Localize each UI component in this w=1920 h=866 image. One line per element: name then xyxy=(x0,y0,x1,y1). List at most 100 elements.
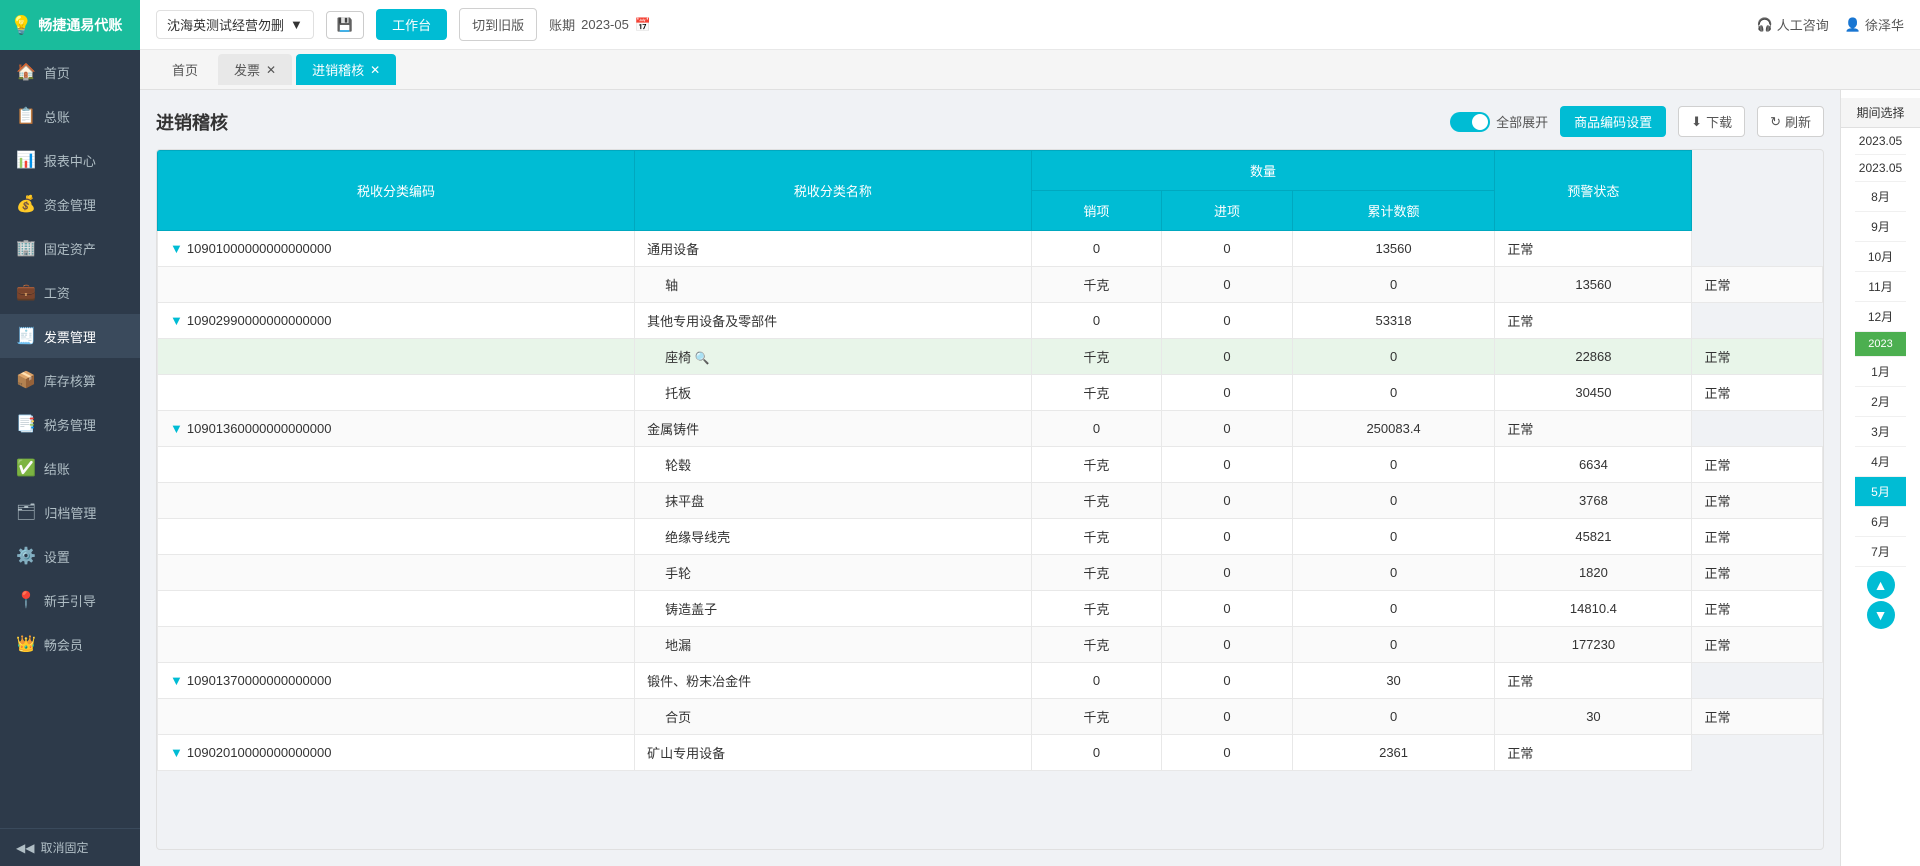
tab-reconciliation-close[interactable]: ✕ xyxy=(370,63,380,77)
row-name: 绝缘导线壳 xyxy=(635,519,1032,555)
sidebar-item-label: 资金管理 xyxy=(44,195,96,214)
sidebar-item-label: 库存核算 xyxy=(44,371,96,390)
period-item[interactable]: 6月 xyxy=(1855,507,1906,537)
sidebar-icon: 🏢 xyxy=(16,238,36,258)
row-total: 13560 xyxy=(1292,231,1495,267)
sidebar-icon: 📊 xyxy=(16,150,36,170)
sidebar-icon: 📋 xyxy=(16,106,36,126)
old-version-button[interactable]: 切到旧版 xyxy=(459,8,537,41)
company-selector[interactable]: 沈海英测试经营勿删 ▼ xyxy=(156,10,314,39)
row-sales: 0 xyxy=(1031,231,1162,267)
calendar-icon[interactable]: 📅 xyxy=(635,17,651,33)
sidebar-item-固定资产[interactable]: 🏢固定资产 xyxy=(0,226,140,270)
row-name: 其他专用设备及零部件 xyxy=(635,303,1032,339)
tab-reconciliation[interactable]: 进销稽核 ✕ xyxy=(296,54,396,85)
col-header-total: 累计数额 xyxy=(1292,191,1495,231)
sidebar-icon: 🧾 xyxy=(16,326,36,346)
period-info: 账期 2023-05 📅 xyxy=(549,15,651,34)
period-item[interactable]: 10月 xyxy=(1855,242,1906,272)
row-name: 轮毂 xyxy=(635,447,1032,483)
refresh-button[interactable]: ↻ 刷新 xyxy=(1757,106,1824,137)
search-icon[interactable]: 🔍 xyxy=(695,351,710,365)
row-total: 13560 xyxy=(1495,267,1692,303)
period-item[interactable]: 2月 xyxy=(1855,387,1906,417)
row-unit: 千克 xyxy=(1031,591,1162,627)
workbench-button[interactable]: 工作台 xyxy=(376,9,447,40)
sidebar-item-设置[interactable]: ⚙️设置 xyxy=(0,534,140,578)
table-row: ▼10901000000000000000 通用设备 0 0 13560 正常 xyxy=(158,231,1823,267)
period-value: 2023-05 xyxy=(581,17,629,32)
row-sales: 0 xyxy=(1162,447,1293,483)
row-warning: 正常 xyxy=(1692,267,1823,303)
row-purchase: 0 xyxy=(1292,555,1495,591)
period-item[interactable]: 3月 xyxy=(1855,417,1906,447)
download-button[interactable]: ⬇ 下载 xyxy=(1678,106,1745,137)
tab-home[interactable]: 首页 xyxy=(156,54,214,85)
row-code xyxy=(158,447,635,483)
col-header-sales: 销项 xyxy=(1031,191,1162,231)
row-unit: 千克 xyxy=(1031,267,1162,303)
row-unit: 千克 xyxy=(1031,483,1162,519)
row-name: 锻件、粉末冶金件 xyxy=(635,663,1032,699)
period-item[interactable]: 8月 xyxy=(1855,182,1906,212)
sidebar-item-结账[interactable]: ✅结账 xyxy=(0,446,140,490)
sidebar-icon: 🏠 xyxy=(16,62,36,82)
row-warning: 正常 xyxy=(1495,663,1692,699)
sidebar-item-税务管理[interactable]: 📑税务管理 xyxy=(0,402,140,446)
sidebar-item-总账[interactable]: 📋 总账 xyxy=(0,94,140,138)
row-code: ▼10902990000000000000 xyxy=(158,303,635,339)
row-warning: 正常 xyxy=(1692,699,1823,735)
period-item[interactable]: 4月 xyxy=(1855,447,1906,477)
panel-up-button[interactable]: ▲ xyxy=(1867,571,1895,599)
sidebar-item-工资[interactable]: 💼工资 xyxy=(0,270,140,314)
sidebar-item-label: 总账 xyxy=(44,107,70,126)
user-profile[interactable]: 👤 徐泽华 xyxy=(1845,15,1904,34)
row-name: 托板 xyxy=(635,375,1032,411)
save-icon-button[interactable]: 💾 xyxy=(326,11,364,39)
period-item[interactable]: 2023.05 xyxy=(1855,155,1906,182)
sidebar-item-label: 首页 xyxy=(44,63,70,82)
period-item[interactable]: 1月 xyxy=(1855,357,1906,387)
sidebar-item-新手引导[interactable]: 📍新手引导 xyxy=(0,578,140,622)
product-code-button[interactable]: 商品编码设置 xyxy=(1560,106,1666,137)
sidebar-item-首页[interactable]: 🏠 首页 xyxy=(0,50,140,94)
row-total: 1820 xyxy=(1495,555,1692,591)
tab-invoice[interactable]: 发票 ✕ xyxy=(218,54,292,85)
logo-text: 畅捷通易代账 xyxy=(38,15,122,35)
sidebar-item-库存核算[interactable]: 📦库存核算 xyxy=(0,358,140,402)
page-title: 进销稽核 xyxy=(156,109,228,135)
sidebar-item-发票管理[interactable]: 🧾发票管理 xyxy=(0,314,140,358)
period-item[interactable]: 2023 xyxy=(1855,332,1906,357)
service-button[interactable]: 🎧 人工咨询 xyxy=(1757,15,1829,34)
period-item[interactable]: 9月 xyxy=(1855,212,1906,242)
tab-invoice-close[interactable]: ✕ xyxy=(266,63,276,77)
period-item[interactable]: 2023.05 xyxy=(1855,128,1906,155)
row-unit: 千克 xyxy=(1031,447,1162,483)
row-code xyxy=(158,699,635,735)
data-table-container: 税收分类编码 税收分类名称 数量 预警状态 销项 进项 累计数额 ▼109010… xyxy=(156,149,1824,850)
table-row: 铸造盖子 千克 0 0 14810.4 正常 xyxy=(158,591,1823,627)
period-item[interactable]: 12月 xyxy=(1855,302,1906,332)
page-actions: 全部展开 商品编码设置 ⬇ 下载 ↻ 刷新 xyxy=(1450,106,1824,137)
sidebar-cancel-pin[interactable]: ◀◀ 取消固定 xyxy=(0,828,140,866)
row-warning: 正常 xyxy=(1495,735,1692,771)
sidebar-item-畅会员[interactable]: 👑畅会员 xyxy=(0,622,140,666)
expand-toggle[interactable] xyxy=(1450,112,1490,132)
row-warning: 正常 xyxy=(1495,411,1692,447)
sidebar-item-归档管理[interactable]: 🗂归档管理 xyxy=(0,490,140,534)
row-warning: 正常 xyxy=(1692,591,1823,627)
sidebar-item-资金管理[interactable]: 💰资金管理 xyxy=(0,182,140,226)
row-total: 45821 xyxy=(1495,519,1692,555)
sidebar-item-报表中心[interactable]: 📊报表中心 xyxy=(0,138,140,182)
main-content: 沈海英测试经营勿删 ▼ 💾 工作台 切到旧版 账期 2023-05 📅 🎧 人工… xyxy=(140,0,1920,866)
period-item[interactable]: 5月 xyxy=(1855,477,1906,507)
period-item[interactable]: 7月 xyxy=(1855,537,1906,567)
table-row: 绝缘导线壳 千克 0 0 45821 正常 xyxy=(158,519,1823,555)
sidebar-logo: 💡 畅捷通易代账 xyxy=(0,0,140,50)
row-total: 30 xyxy=(1495,699,1692,735)
period-item[interactable]: 11月 xyxy=(1855,272,1906,302)
row-sales: 0 xyxy=(1162,519,1293,555)
row-name: 座椅 🔍 xyxy=(635,339,1032,375)
row-sales: 0 xyxy=(1031,663,1162,699)
panel-down-button[interactable]: ▼ xyxy=(1867,601,1895,629)
